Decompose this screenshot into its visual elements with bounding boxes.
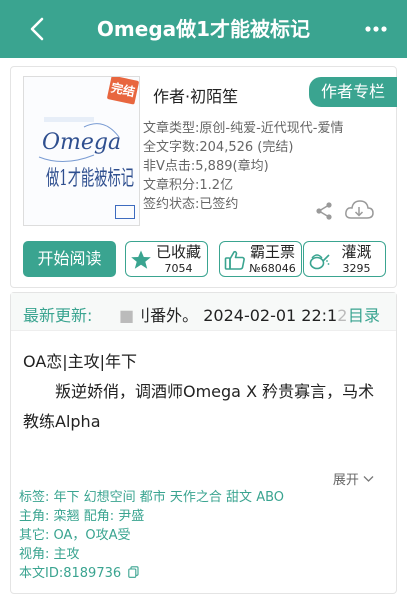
latest-update-label: 最新更新:	[23, 306, 93, 325]
ticket-count: №68046	[249, 262, 296, 275]
summary-line-2: 叛逆娇俏，调酒师Omega X 矜贵寡言，马术教练Alpha	[23, 382, 375, 431]
book-detail-panel: 最新更新: ■刂番外。 2024-02-01 22:12 目录 OA恋|主攻|年…	[10, 292, 397, 594]
watering-can-icon	[309, 254, 330, 270]
author-column-button[interactable]: 作者专栏	[309, 77, 397, 107]
tags-row: 标签: 年下 幻想空间 都市 天作之合 甜文 ABO	[19, 490, 285, 505]
cover-title-cn: 做1才能被标记	[46, 166, 134, 190]
meta-type: 文章类型:原创-纯爱-近代现代-爱情	[143, 121, 344, 136]
collect-button[interactable]: 已收藏 7054	[125, 241, 208, 277]
meta-wordcount: 全文字数:204,526 (完结)	[143, 140, 294, 155]
collect-label: 已收藏	[155, 243, 201, 261]
chevron-left-icon[interactable]	[26, 16, 50, 42]
book-cover[interactable]: 完结 Omega 做1才能被标记	[23, 76, 140, 226]
author-name[interactable]: 作者·初陌笙	[153, 83, 238, 107]
latest-update-row[interactable]: 最新更新: ■刂番外。 2024-02-01 22:12 目录	[11, 293, 396, 331]
ticket-button[interactable]: 霸王票 №68046	[219, 241, 302, 277]
copy-icon[interactable]	[128, 566, 139, 578]
chevron-down-icon	[363, 476, 374, 482]
top-app-bar: Omega做1才能被标记	[0, 0, 407, 58]
latest-update-text: ■刂番外。 2024-02-01 22:12	[119, 306, 348, 325]
meta-score: 文章积分:1.2亿	[143, 178, 234, 193]
cloud-download-icon[interactable]	[344, 199, 374, 221]
tags-links[interactable]: 年下 幻想空间 都市 天作之合 甜文 ABO	[54, 490, 284, 505]
water-count: 3295	[342, 262, 371, 275]
cover-corner-sticker	[115, 205, 135, 219]
star-icon	[131, 250, 151, 269]
cover-calligraphy-art: Omega 做1才能被标记	[38, 117, 134, 190]
expand-summary-button[interactable]: 展开	[333, 469, 374, 488]
view-row: 视角: 主攻	[19, 547, 80, 562]
ticket-label: 霸王票	[249, 243, 295, 261]
thumbs-up-icon	[224, 250, 245, 270]
summary-line-1: OA恋|主攻|年下	[23, 352, 138, 371]
start-reading-button[interactable]: 开始阅读	[23, 241, 116, 277]
table-of-contents-link[interactable]: 目录	[348, 302, 380, 326]
book-info-card: 完结 Omega 做1才能被标记 作者·初陌笙 作者专栏 文章类型:原创-纯爱-…	[10, 66, 397, 288]
lead-link[interactable]: 栾翘	[54, 509, 80, 524]
water-button[interactable]: 灌溉 3295	[303, 241, 386, 277]
water-label: 灌溉	[341, 243, 372, 261]
meta-clicks: 非V点击:5,889(章均)	[143, 159, 269, 174]
book-id: 8189736	[63, 566, 122, 581]
support-link[interactable]: 尹盛	[118, 509, 144, 524]
book-meta-list: 文章类型:原创-纯爱-近代现代-爱情 全文字数:204,526 (完结) 非V点…	[143, 119, 343, 214]
book-summary: OA恋|主攻|年下 叛逆娇俏，调酒师Omega X 矜贵寡言，马术教练Alpha	[23, 347, 383, 437]
collect-count: 7054	[164, 262, 193, 275]
page-title: Omega做1才能被标记	[96, 17, 311, 41]
cover-title-en: Omega	[42, 130, 121, 155]
book-info-list: 标签: 年下 幻想空间 都市 天作之合 甜文 ABO 主角: 栾翘 配角: 尹盛…	[19, 488, 284, 583]
other-row: 其它: OA，O攻A受	[19, 528, 131, 543]
share-icon[interactable]	[314, 201, 334, 221]
expand-label: 展开	[332, 473, 359, 488]
more-dots-icon[interactable]	[363, 16, 389, 42]
lead-row: 主角: 栾翘 配角: 尹盛	[19, 509, 145, 524]
book-id-row: 本文ID:8189736	[19, 564, 284, 583]
